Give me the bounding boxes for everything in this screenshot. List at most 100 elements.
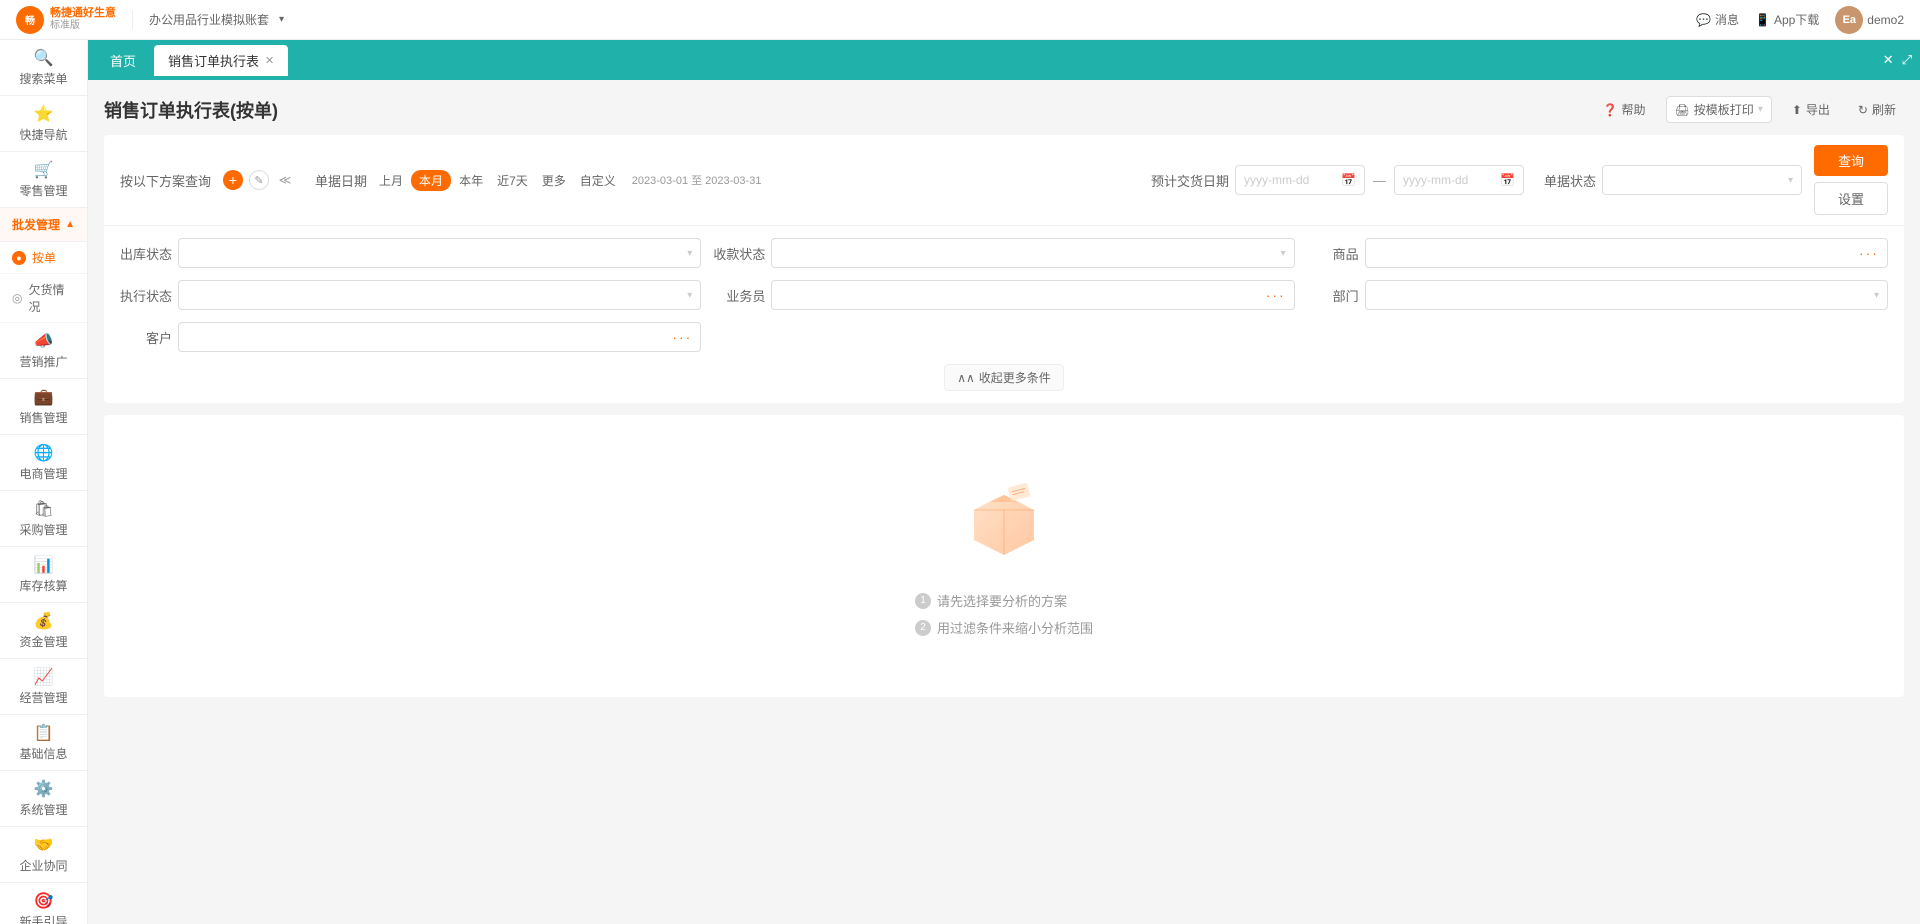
- date-range-display: 2023-03-01 至 2023-03-31: [632, 172, 762, 188]
- logo-text: 畅捷通好生意 标准版: [50, 7, 116, 32]
- delivery-status-select[interactable]: ▾: [178, 238, 701, 268]
- filter-rows: 出库状态 ▾ 收款状态: [104, 226, 1904, 403]
- date-separator: —: [1369, 173, 1390, 188]
- tip-num-1: 1: [915, 593, 931, 609]
- sidebar-item-enterprise[interactable]: 🤝 企业协同: [0, 827, 87, 883]
- filter-collapse-sidebar-button[interactable]: ≪: [275, 170, 295, 190]
- print-dropdown-icon: ▾: [1758, 104, 1763, 115]
- quick-nav-icon: ⭐: [34, 104, 54, 124]
- sidebar-item-basic-info[interactable]: 📋 基础信息: [0, 715, 87, 771]
- main-layout: 🔍 搜索菜单 ⭐ 快捷导航 🛒 零售管理 批发管理 ▲ ● 按单 ◎ 欠货情况 …: [0, 40, 1920, 924]
- user-menu[interactable]: Ea demo2: [1835, 6, 1904, 34]
- tab-minimize-icon[interactable]: ✕: [1883, 52, 1894, 68]
- sidebar-item-system-mgmt[interactable]: ⚙️ 系统管理: [0, 771, 87, 827]
- delivery-status-field: 出库状态 ▾: [120, 238, 701, 268]
- salesperson-field: 业务员 ···: [713, 280, 1294, 310]
- sidebar-item-search-menu[interactable]: 🔍 搜索菜单: [0, 40, 87, 96]
- download-icon: 📱: [1755, 13, 1770, 27]
- nav-text: 办公用品行业模拟账套: [149, 11, 269, 28]
- message-icon: 💬: [1696, 13, 1711, 27]
- dept-label: 部门: [1307, 286, 1359, 305]
- sidebar-item-newbie[interactable]: 🎯 新手引导: [0, 883, 87, 924]
- help-icon: ❓: [1603, 103, 1618, 117]
- basic-info-icon: 📋: [34, 723, 54, 743]
- dept-select[interactable]: ▾: [1365, 280, 1888, 310]
- print-button[interactable]: 🖨 按模板打印 ▾: [1666, 96, 1772, 123]
- setting-button[interactable]: 设置: [1814, 182, 1888, 215]
- customer-dots-control[interactable]: ···: [178, 322, 701, 352]
- tab-home[interactable]: 首页: [96, 45, 150, 76]
- sidebar-sub-item-debt[interactable]: ◎ 欠货情况: [0, 274, 87, 323]
- sidebar-item-retail-mgmt[interactable]: 🛒 零售管理: [0, 152, 87, 208]
- filter-scheme-label: 按以下方案查询: [120, 171, 211, 190]
- date-tab-last-month[interactable]: 上月: [373, 170, 409, 191]
- logo-area: 畅 畅捷通好生意 标准版: [16, 6, 116, 34]
- tab-maximize-icon[interactable]: ⤢: [1902, 52, 1912, 68]
- wholesale-expand-icon: ▲: [65, 219, 75, 230]
- sidebar: 🔍 搜索菜单 ⭐ 快捷导航 🛒 零售管理 批发管理 ▲ ● 按单 ◎ 欠货情况 …: [0, 40, 88, 924]
- salesperson-dots-control[interactable]: ···: [771, 280, 1294, 310]
- date-tab-7days[interactable]: 近7天: [491, 170, 534, 191]
- sidebar-sub-item-press-order[interactable]: ● 按单: [0, 242, 87, 274]
- sidebar-item-operation[interactable]: 📈 经营管理: [0, 659, 87, 715]
- press-order-dot: ●: [12, 251, 26, 265]
- empty-tip-2: 2 用过滤条件来缩小分析范围: [915, 618, 1093, 637]
- sidebar-item-purchase[interactable]: 🛍 采购管理: [0, 491, 87, 547]
- empty-state-icon: [954, 475, 1054, 575]
- date-field-label: 单据日期: [315, 171, 367, 190]
- delivery-status-chevron-icon: ▾: [687, 248, 692, 259]
- forecast-date-start[interactable]: yyyy-mm-dd 📅: [1235, 165, 1365, 195]
- forecast-date-end[interactable]: yyyy-mm-dd 📅: [1394, 165, 1524, 195]
- message-button[interactable]: 💬 消息: [1696, 11, 1739, 28]
- operation-icon: 📈: [34, 667, 54, 687]
- page-title-bar: 销售订单执行表(按单) ❓ 帮助 🖨 按模板打印 ▾ ⬆ 导出: [104, 96, 1904, 123]
- date-tab-more[interactable]: 更多: [536, 170, 572, 191]
- receipt-status-field: 收款状态 ▾: [713, 238, 1294, 268]
- filter-row-1: 出库状态 ▾ 收款状态: [120, 238, 1888, 268]
- exec-status-label: 执行状态: [120, 286, 172, 305]
- goods-field: 商品 ···: [1307, 238, 1888, 268]
- export-button[interactable]: ⬆ 导出: [1784, 97, 1838, 122]
- sidebar-item-finance[interactable]: 💰 资金管理: [0, 603, 87, 659]
- search-menu-icon: 🔍: [34, 48, 54, 68]
- collapse-row: ∧∧ 收起更多条件: [120, 364, 1888, 391]
- sidebar-item-quick-nav[interactable]: ⭐ 快捷导航: [0, 96, 87, 152]
- sidebar-item-marketing[interactable]: 📣 营销推广: [0, 323, 87, 379]
- exec-status-select[interactable]: ▾: [178, 280, 701, 310]
- filter-edit-scheme-button[interactable]: ✎: [249, 170, 269, 190]
- query-button[interactable]: 查询: [1814, 145, 1888, 176]
- app-download-button[interactable]: 📱 App下载: [1755, 11, 1819, 28]
- filter-add-scheme-button[interactable]: +: [223, 170, 243, 190]
- tab-bar-actions: ✕ ⤢: [1883, 52, 1912, 68]
- status-select[interactable]: ▾: [1602, 165, 1802, 195]
- empty-tip-1: 1 请先选择要分析的方案: [915, 591, 1093, 610]
- customer-field: 客户 ···: [120, 322, 701, 352]
- goods-dots-control[interactable]: ···: [1365, 238, 1888, 268]
- page-title: 销售订单执行表(按单): [104, 97, 278, 123]
- sidebar-item-ecommerce[interactable]: 🌐 电商管理: [0, 435, 87, 491]
- date-tab-current-month[interactable]: 本月: [411, 170, 451, 191]
- dept-chevron-icon: ▾: [1874, 290, 1879, 301]
- receipt-status-chevron-icon: ▾: [1281, 248, 1286, 259]
- customer-label: 客户: [120, 328, 172, 347]
- tab-sales-order-exec[interactable]: 销售订单执行表 ✕: [154, 45, 288, 76]
- collapse-more-button[interactable]: ∧∧ 收起更多条件: [944, 364, 1064, 391]
- sidebar-item-sales-mgmt[interactable]: 💼 销售管理: [0, 379, 87, 435]
- tab-close-icon[interactable]: ✕: [265, 54, 274, 67]
- nav-dropdown-icon[interactable]: ▾: [279, 14, 284, 25]
- date-tabs: 上月 本月 本年 近7天 更多 自定义: [373, 170, 622, 191]
- sidebar-item-wholesale-mgmt[interactable]: 批发管理 ▲: [0, 208, 87, 242]
- refresh-button[interactable]: ↻ 刷新: [1850, 97, 1904, 122]
- exec-status-field: 执行状态 ▾: [120, 280, 701, 310]
- forecast-date-label: 预计交货日期: [1151, 171, 1229, 190]
- header-right: 💬 消息 📱 App下载 Ea demo2: [1696, 6, 1904, 34]
- empty-tips: 1 请先选择要分析的方案 2 用过滤条件来缩小分析范围: [915, 591, 1093, 637]
- date-tab-current-year[interactable]: 本年: [453, 170, 489, 191]
- forecast-date-end-calendar-icon: 📅: [1500, 173, 1515, 187]
- sidebar-item-inventory[interactable]: 📊 库存核算: [0, 547, 87, 603]
- receipt-status-select[interactable]: ▾: [771, 238, 1294, 268]
- date-tab-custom[interactable]: 自定义: [574, 170, 622, 191]
- debt-icon: ◎: [12, 291, 22, 305]
- newbie-icon: 🎯: [34, 891, 54, 911]
- help-button[interactable]: ❓ 帮助: [1595, 97, 1654, 122]
